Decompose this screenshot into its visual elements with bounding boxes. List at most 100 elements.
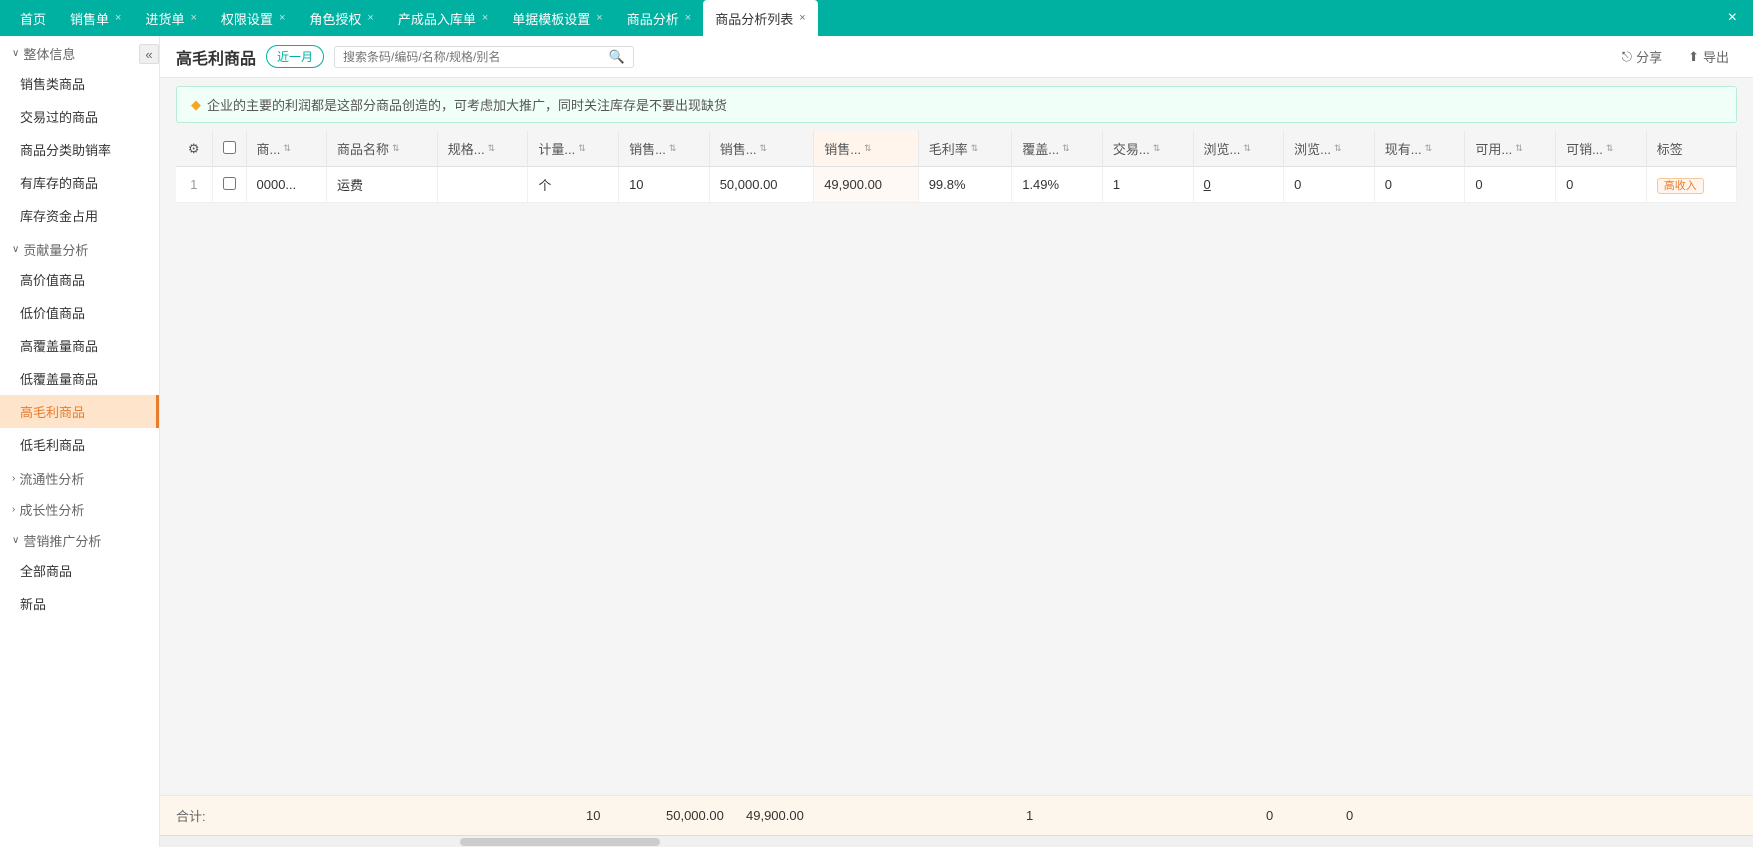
col-tag[interactable]: 标签 bbox=[1646, 131, 1736, 167]
page-title: 高毛利商品 bbox=[176, 45, 256, 69]
close-icon[interactable]: × bbox=[115, 12, 121, 24]
sidebar-item-low-margin[interactable]: 低毛利商品 bbox=[0, 428, 159, 461]
cell-views2: 0 bbox=[1284, 167, 1375, 203]
total-current-stock: 0 bbox=[1256, 808, 1336, 823]
cell-available: 0 bbox=[1465, 167, 1556, 203]
close-icon[interactable]: × bbox=[799, 12, 805, 24]
col-gross-margin[interactable]: 毛利率⇅ bbox=[918, 131, 1012, 167]
cell-coverage: 1.49% bbox=[1012, 167, 1103, 203]
sidebar-collapse-button[interactable]: « bbox=[139, 44, 159, 64]
nav-item-role[interactable]: 角色授权 × bbox=[297, 0, 385, 36]
row-checkbox[interactable] bbox=[212, 167, 246, 203]
total-transactions: 1 bbox=[1016, 808, 1096, 823]
sidebar-item-sales-goods[interactable]: 销售类商品 bbox=[0, 67, 159, 100]
top-navigation: 首页 销售单 × 进货单 × 权限设置 × 角色授权 × 产成品入库单 × 单据… bbox=[0, 0, 1753, 36]
nav-item-analysis-list[interactable]: 商品分析列表 × bbox=[703, 0, 817, 36]
sidebar-item-category-assist[interactable]: 商品分类助销率 bbox=[0, 133, 159, 166]
close-icon[interactable]: × bbox=[367, 12, 373, 24]
expand-arrow-icon: ∨ bbox=[12, 535, 19, 546]
sort-icon: ⇅ bbox=[864, 143, 872, 154]
close-icon[interactable]: × bbox=[596, 12, 602, 24]
sidebar-section-growth[interactable]: › 成长性分析 bbox=[0, 492, 159, 523]
expand-arrow-icon: › bbox=[12, 504, 15, 515]
select-all-checkbox[interactable] bbox=[223, 141, 236, 154]
cell-saleable: 0 bbox=[1556, 167, 1647, 203]
col-available[interactable]: 可用...⇅ bbox=[1465, 131, 1556, 167]
sort-icon: ⇅ bbox=[760, 143, 768, 154]
cell-spec bbox=[437, 167, 528, 203]
total-empty3 bbox=[1096, 808, 1176, 823]
row-select-checkbox[interactable] bbox=[223, 177, 236, 190]
col-coverage[interactable]: 覆盖...⇅ bbox=[1012, 131, 1103, 167]
share-icon: ⎋ bbox=[1622, 49, 1632, 65]
sidebar-section-overall[interactable]: ∨ 整体信息 bbox=[0, 36, 159, 67]
cell-gross-margin: 99.8% bbox=[918, 167, 1012, 203]
col-unit[interactable]: 计量...⇅ bbox=[528, 131, 619, 167]
nav-item-template[interactable]: 单据模板设置 × bbox=[500, 0, 614, 36]
nav-item-sales[interactable]: 销售单 × bbox=[58, 0, 133, 36]
close-icon[interactable]: × bbox=[482, 12, 488, 24]
content-area: 高毛利商品 近一月 🔍 ⎋ 分享 ⬆ 导出 ◆ 企业的主要的利润都是这部分商品创… bbox=[160, 36, 1753, 847]
table-header-row: ⚙ 商...⇅ 商品名称⇅ 规格...⇅ bbox=[176, 131, 1737, 167]
col-spec[interactable]: 规格...⇅ bbox=[437, 131, 528, 167]
col-sales-profit[interactable]: 销售...⇅ bbox=[814, 131, 919, 167]
cell-current-stock: 0 bbox=[1374, 167, 1465, 203]
expand-arrow-icon: ∨ bbox=[12, 48, 19, 59]
col-current-stock[interactable]: 现有...⇅ bbox=[1374, 131, 1465, 167]
time-filter-button[interactable]: 近一月 bbox=[266, 45, 324, 68]
cell-sales-qty: 10 bbox=[619, 167, 710, 203]
col-views1[interactable]: 浏览...⇅ bbox=[1193, 131, 1284, 167]
sidebar-item-high-value[interactable]: 高价值商品 bbox=[0, 263, 159, 296]
sidebar-item-low-value[interactable]: 低价值商品 bbox=[0, 296, 159, 329]
total-sales-profit: 49,900.00 bbox=[736, 808, 856, 823]
sidebar-item-high-margin[interactable]: 高毛利商品 bbox=[0, 395, 159, 428]
horizontal-scrollbar[interactable] bbox=[160, 835, 1753, 847]
sort-icon: ⇅ bbox=[1062, 143, 1070, 154]
col-code[interactable]: 商...⇅ bbox=[246, 131, 327, 167]
col-name[interactable]: 商品名称⇅ bbox=[327, 131, 438, 167]
sort-icon: ⇅ bbox=[392, 143, 400, 154]
sidebar: « ∨ 整体信息 销售类商品 交易过的商品 商品分类助销率 有库存的商品 库存资… bbox=[0, 36, 160, 847]
sidebar-item-low-coverage[interactable]: 低覆盖量商品 bbox=[0, 362, 159, 395]
nav-item-home[interactable]: 首页 bbox=[8, 0, 58, 36]
close-icon[interactable]: × bbox=[685, 12, 691, 24]
col-sales-amount[interactable]: 销售...⇅ bbox=[709, 131, 814, 167]
sort-icon: ⇅ bbox=[1334, 143, 1342, 154]
close-icon[interactable]: × bbox=[279, 12, 285, 24]
cell-code[interactable]: 0000... bbox=[246, 167, 327, 203]
sidebar-item-traded-goods[interactable]: 交易过的商品 bbox=[0, 100, 159, 133]
window-close-button[interactable]: × bbox=[1720, 9, 1745, 27]
content-header: 高毛利商品 近一月 🔍 ⎋ 分享 ⬆ 导出 bbox=[160, 36, 1753, 78]
sidebar-section-flow[interactable]: › 流通性分析 bbox=[0, 461, 159, 492]
sidebar-section-marketing[interactable]: ∨ 营销推广分析 bbox=[0, 523, 159, 554]
sidebar-item-high-coverage[interactable]: 高覆盖量商品 bbox=[0, 329, 159, 362]
cell-views1[interactable]: 0 bbox=[1193, 167, 1284, 203]
nav-item-analysis[interactable]: 商品分析 × bbox=[615, 0, 703, 36]
cell-sales-amount: 50,000.00 bbox=[709, 167, 814, 203]
nav-item-product-inbound[interactable]: 产成品入库单 × bbox=[386, 0, 500, 36]
sidebar-item-stock-capital[interactable]: 库存资金占用 bbox=[0, 199, 159, 232]
search-icon[interactable]: 🔍 bbox=[609, 49, 625, 65]
sidebar-item-all-goods[interactable]: 全部商品 bbox=[0, 554, 159, 587]
sidebar-section-contribution[interactable]: ∨ 贡献量分析 bbox=[0, 232, 159, 263]
col-saleable[interactable]: 可销...⇅ bbox=[1556, 131, 1647, 167]
export-button[interactable]: ⬆ 导出 bbox=[1680, 44, 1737, 69]
close-icon[interactable]: × bbox=[190, 12, 196, 24]
col-views2[interactable]: 浏览...⇅ bbox=[1284, 131, 1375, 167]
total-sales-qty bbox=[376, 808, 576, 823]
col-settings[interactable]: ⚙ bbox=[176, 131, 212, 167]
sidebar-item-stock-goods[interactable]: 有库存的商品 bbox=[0, 166, 159, 199]
share-button[interactable]: ⎋ 分享 bbox=[1614, 44, 1670, 69]
sidebar-item-new-goods[interactable]: 新品 bbox=[0, 587, 159, 620]
sort-icon: ⇅ bbox=[1243, 143, 1251, 154]
nav-item-permission[interactable]: 权限设置 × bbox=[209, 0, 297, 36]
col-checkbox[interactable] bbox=[212, 131, 246, 167]
export-icon: ⬆ bbox=[1688, 49, 1699, 65]
search-input[interactable] bbox=[343, 50, 609, 64]
scroll-thumb[interactable] bbox=[460, 838, 660, 846]
col-transactions[interactable]: 交易...⇅ bbox=[1102, 131, 1193, 167]
total-empty2 bbox=[936, 808, 1016, 823]
total-empty4 bbox=[1176, 808, 1256, 823]
nav-item-purchase[interactable]: 进货单 × bbox=[133, 0, 208, 36]
col-sales-qty[interactable]: 销售...⇅ bbox=[619, 131, 710, 167]
